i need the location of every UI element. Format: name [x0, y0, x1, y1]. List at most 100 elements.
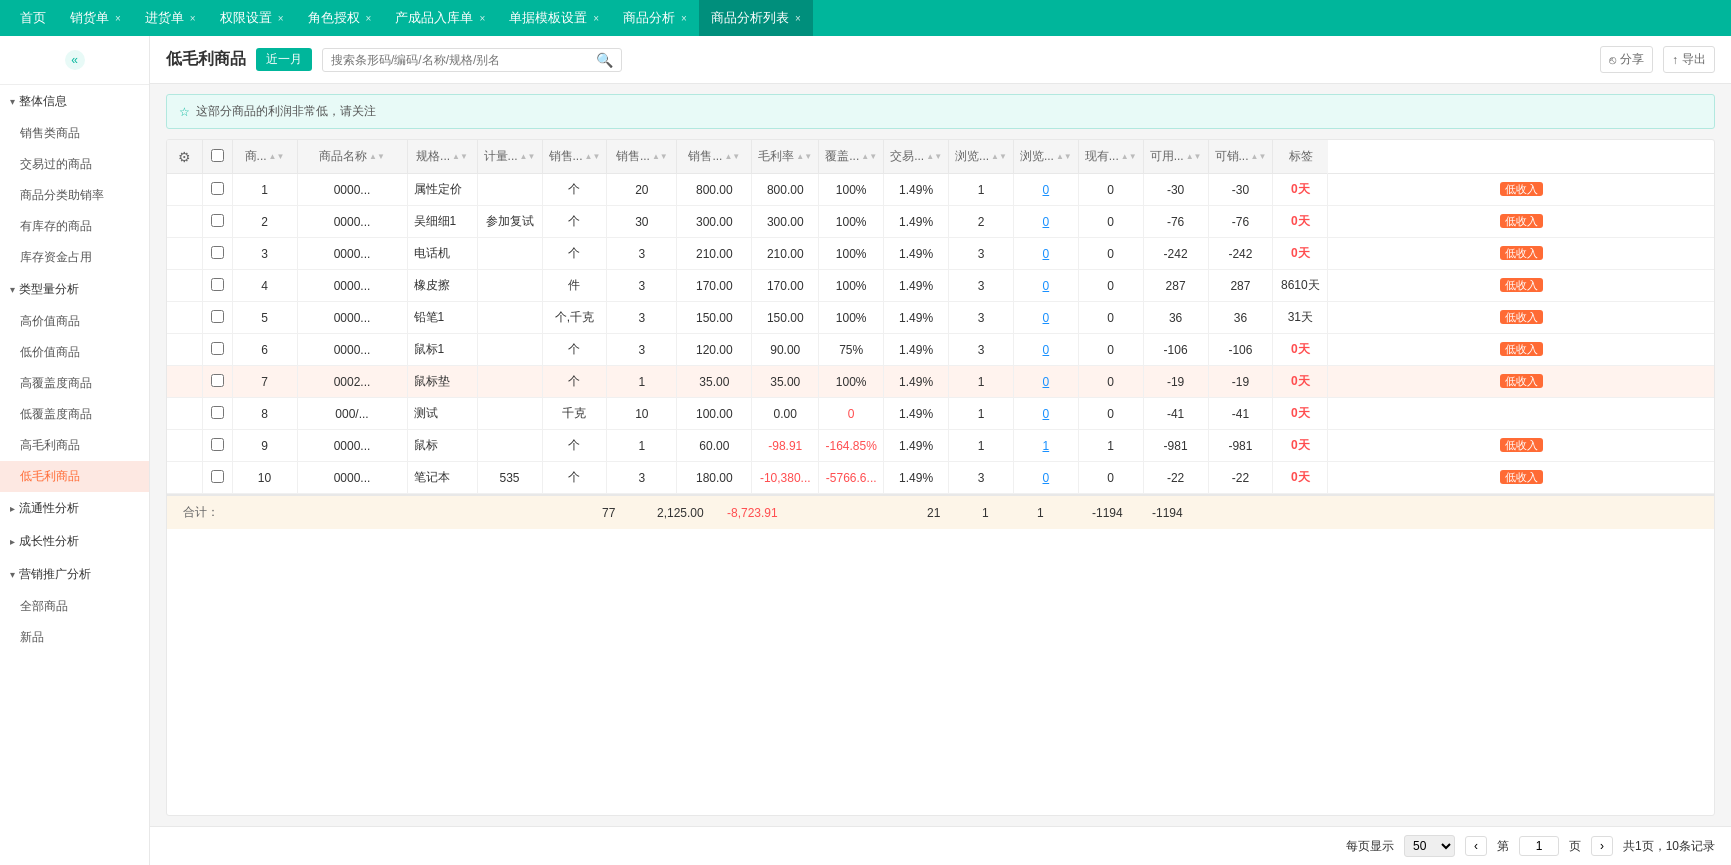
view1-link[interactable]: 0: [1043, 375, 1050, 389]
cell-view1[interactable]: 0: [1013, 334, 1078, 366]
time-filter-button[interactable]: 近一月: [256, 48, 312, 71]
cell-view1[interactable]: 0: [1013, 174, 1078, 206]
th-spec[interactable]: 规格... ▲▼: [407, 140, 477, 174]
view1-link[interactable]: 0: [1043, 343, 1050, 357]
nav-close-permission[interactable]: ×: [278, 13, 284, 24]
prev-page-button[interactable]: ‹: [1465, 836, 1487, 856]
page-number-input[interactable]: [1519, 836, 1559, 856]
row-checkbox-7[interactable]: [211, 406, 224, 419]
sidebar-group-marketing[interactable]: ▾ 营销推广分析: [0, 558, 149, 591]
sidebar-item-traded-products[interactable]: 交易过的商品: [0, 149, 149, 180]
row-checkbox-5[interactable]: [211, 342, 224, 355]
nav-analysis-list[interactable]: 商品分析列表 ×: [699, 0, 813, 36]
row-checkbox-9[interactable]: [211, 470, 224, 483]
nav-permission[interactable]: 权限设置 ×: [208, 0, 296, 36]
row-checkbox-2[interactable]: [211, 246, 224, 259]
nav-close-purchase[interactable]: ×: [190, 13, 196, 24]
sidebar-item-new-products[interactable]: 新品: [0, 622, 149, 653]
select-all-checkbox[interactable]: [211, 149, 224, 162]
cell-view1[interactable]: 0: [1013, 238, 1078, 270]
share-button[interactable]: ⎋ 分享: [1600, 46, 1653, 73]
th-sale-profit[interactable]: 销售... ▲▼: [677, 140, 752, 174]
th-avail[interactable]: 可用... ▲▼: [1143, 140, 1208, 174]
th-trade[interactable]: 交易... ▲▼: [884, 140, 949, 174]
cell-unit: 个: [542, 174, 607, 206]
th-settings[interactable]: ⚙: [167, 140, 202, 174]
view1-link[interactable]: 0: [1043, 279, 1050, 293]
th-code[interactable]: 商... ▲▼: [232, 140, 297, 174]
search-icon[interactable]: 🔍: [596, 52, 613, 68]
row-checkbox-8[interactable]: [211, 438, 224, 451]
cell-view1[interactable]: 0: [1013, 302, 1078, 334]
th-name[interactable]: 商品名称 ▲▼: [297, 140, 407, 174]
row-checkbox-0[interactable]: [211, 182, 224, 195]
sidebar-group-circulation[interactable]: ▸ 流通性分析: [0, 492, 149, 525]
tag-badge: 低收入: [1500, 374, 1543, 388]
next-page-button[interactable]: ›: [1591, 836, 1613, 856]
nav-close-sales[interactable]: ×: [115, 13, 121, 24]
sidebar-item-in-stock[interactable]: 有库存的商品: [0, 211, 149, 242]
th-view2[interactable]: 浏览... ▲▼: [1013, 140, 1078, 174]
sidebar-item-low-value[interactable]: 低价值商品: [0, 337, 149, 368]
th-sell-days[interactable]: 可销... ▲▼: [1208, 140, 1273, 174]
export-button[interactable]: ↑ 导出: [1663, 46, 1715, 73]
view1-link[interactable]: 0: [1043, 247, 1050, 261]
nav-close-product-entry[interactable]: ×: [479, 13, 485, 24]
nav-close-role[interactable]: ×: [366, 13, 372, 24]
cell-view1[interactable]: 0: [1013, 206, 1078, 238]
nav-product-analysis[interactable]: 商品分析 ×: [611, 0, 699, 36]
th-cover[interactable]: 覆盖... ▲▼: [819, 140, 884, 174]
row-checkbox-4[interactable]: [211, 310, 224, 323]
cell-name: 笔记本: [407, 462, 477, 494]
cell-checkbox: [202, 174, 232, 206]
total-sale-profit: -8,723.91: [727, 506, 802, 520]
nav-role[interactable]: 角色授权 ×: [296, 0, 384, 36]
sidebar-group-type[interactable]: ▾ 类型量分析: [0, 273, 149, 306]
sidebar-item-capital[interactable]: 库存资金占用: [0, 242, 149, 273]
cell-view1[interactable]: 0: [1013, 270, 1078, 302]
settings-icon[interactable]: ⚙: [178, 149, 191, 165]
nav-close-analysis-list[interactable]: ×: [795, 13, 801, 24]
nav-close-product-analysis[interactable]: ×: [681, 13, 687, 24]
cell-view1[interactable]: 0: [1013, 462, 1078, 494]
nav-close-template[interactable]: ×: [593, 13, 599, 24]
sidebar-item-low-coverage[interactable]: 低覆盖度商品: [0, 399, 149, 430]
nav-home[interactable]: 首页: [8, 0, 58, 36]
row-checkbox-3[interactable]: [211, 278, 224, 291]
row-checkbox-1[interactable]: [211, 214, 224, 227]
view1-link[interactable]: 0: [1043, 215, 1050, 229]
nav-sales[interactable]: 销货单 ×: [58, 0, 133, 36]
th-view1[interactable]: 浏览... ▲▼: [949, 140, 1014, 174]
row-checkbox-6[interactable]: [211, 374, 224, 387]
sidebar-collapse-button[interactable]: «: [65, 50, 85, 70]
view1-link[interactable]: 0: [1043, 407, 1050, 421]
view1-link[interactable]: 1: [1043, 439, 1050, 453]
view1-link[interactable]: 0: [1043, 183, 1050, 197]
sidebar-item-all-products[interactable]: 全部商品: [0, 591, 149, 622]
th-gross[interactable]: 毛利率 ▲▼: [752, 140, 819, 174]
per-page-select[interactable]: 50 20 100: [1404, 835, 1455, 857]
cell-view1[interactable]: 0: [1013, 366, 1078, 398]
sidebar-item-category-rate[interactable]: 商品分类助销率: [0, 180, 149, 211]
nav-template[interactable]: 单据模板设置 ×: [497, 0, 611, 36]
sidebar-item-high-margin[interactable]: 高毛利商品: [0, 430, 149, 461]
th-qty[interactable]: 销售... ▲▼: [542, 140, 607, 174]
nav-purchase[interactable]: 进货单 ×: [133, 0, 208, 36]
sidebar-group-overall[interactable]: ▾ 整体信息: [0, 85, 149, 118]
sidebar-item-low-margin[interactable]: 低毛利商品: [0, 461, 149, 492]
table-row: 8 000/... 测试 千克 10 100.00 0.00 0 1.49% 1…: [167, 398, 1714, 430]
sidebar-item-sales-products[interactable]: 销售类商品: [0, 118, 149, 149]
view1-link[interactable]: 0: [1043, 471, 1050, 485]
cell-view1[interactable]: 1: [1013, 430, 1078, 462]
nav-product-entry[interactable]: 产成品入库单 ×: [383, 0, 497, 36]
sidebar-group-growth[interactable]: ▸ 成长性分析: [0, 525, 149, 558]
th-unit[interactable]: 计量... ▲▼: [477, 140, 542, 174]
th-price[interactable]: 销售... ▲▼: [607, 140, 677, 174]
search-input[interactable]: [331, 53, 596, 67]
cell-view1[interactable]: 0: [1013, 398, 1078, 430]
view1-link[interactable]: 0: [1043, 311, 1050, 325]
cell-avail: -981: [1208, 430, 1273, 462]
sidebar-item-high-coverage[interactable]: 高覆盖度商品: [0, 368, 149, 399]
th-stock[interactable]: 现有... ▲▼: [1078, 140, 1143, 174]
sidebar-item-high-value[interactable]: 高价值商品: [0, 306, 149, 337]
